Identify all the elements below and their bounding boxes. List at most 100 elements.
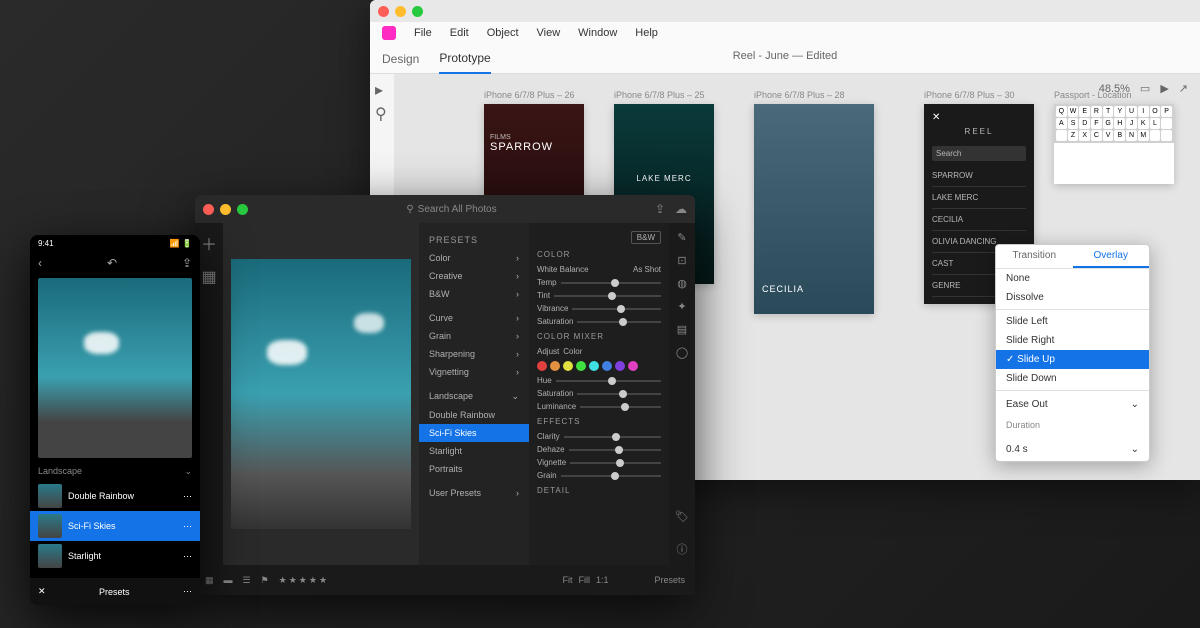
transition-option[interactable]: None	[996, 269, 1149, 288]
fit-button[interactable]: Fit	[562, 575, 572, 585]
minimize-icon[interactable]	[220, 204, 231, 215]
artboard-label: iPhone 6/7/8 Plus – 26	[484, 90, 575, 100]
presets-toggle[interactable]: Presets	[654, 575, 685, 585]
grain-slider[interactable]: Grain	[535, 469, 663, 482]
dehaze-slider[interactable]: Dehaze	[535, 443, 663, 456]
status-bar: 9:41 📶 🔋	[30, 235, 200, 252]
close-icon[interactable]	[203, 204, 214, 215]
mobile-preset-item-selected[interactable]: Sci-Fi Skies⋯	[30, 511, 200, 541]
preset-group[interactable]: Curve›	[419, 309, 529, 327]
cloud-icon[interactable]: ☁	[675, 202, 687, 216]
edit-icon[interactable]: ✎	[677, 231, 686, 244]
back-icon[interactable]: ‹	[38, 256, 42, 270]
preset-group[interactable]: Creative›	[419, 267, 529, 285]
share-icon[interactable]: ⇪	[655, 202, 665, 216]
bw-toggle[interactable]: B&W	[631, 231, 661, 244]
detail-panel-title: DETAIL	[535, 482, 663, 499]
wb-select[interactable]: As Shot	[633, 265, 661, 274]
share-icon[interactable]: ⇪	[182, 256, 192, 270]
tag-icon[interactable]: 🏷	[675, 510, 689, 523]
crop-icon[interactable]: ⊡	[677, 254, 686, 267]
vignette-slider[interactable]: Vignette	[535, 456, 663, 469]
flag-icon[interactable]: ⚑	[261, 575, 269, 586]
tab-transition[interactable]: Transition	[996, 245, 1073, 268]
color-swatches[interactable]	[535, 358, 663, 374]
fill-button[interactable]: Fill	[578, 575, 590, 585]
brush-icon[interactable]: ✦	[677, 300, 686, 313]
duration-select[interactable]: 0.4 s⌄	[996, 438, 1149, 461]
easing-select[interactable]: Ease Out⌄	[996, 393, 1149, 416]
photos-icon[interactable]: ▦	[201, 267, 216, 287]
maximize-icon[interactable]	[412, 6, 423, 17]
preset-group[interactable]: B&W›	[419, 285, 529, 303]
artboard-cecilia[interactable]: iPhone 6/7/8 Plus – 28 CECILIA	[754, 104, 874, 314]
clarity-slider[interactable]: Clarity	[535, 430, 663, 443]
menu-window[interactable]: Window	[578, 27, 617, 39]
photo-preview	[231, 259, 411, 529]
lum-slider[interactable]: Luminance	[535, 400, 663, 413]
heal-icon[interactable]: ◍	[677, 277, 687, 290]
add-icon[interactable]: ＋	[201, 231, 217, 255]
menu-edit[interactable]: Edit	[450, 27, 469, 39]
maximize-icon[interactable]	[237, 204, 248, 215]
presets-label: Presets	[99, 587, 130, 597]
status-time: 9:41	[38, 239, 54, 248]
preset-group[interactable]: Vignetting›	[419, 363, 529, 381]
transition-option[interactable]: Dissolve	[996, 288, 1149, 307]
lr-footer: ▦ ▬ ☰ ⚑ ★★★★★ Fit Fill 1:1 Presets	[195, 565, 695, 595]
filter-icon[interactable]: ☰	[243, 575, 251, 586]
mobile-preset-item[interactable]: Double Rainbow⋯	[30, 481, 200, 511]
menu-object[interactable]: Object	[487, 27, 519, 39]
adjust-select[interactable]: Color	[563, 347, 582, 356]
radial-icon[interactable]: ◯	[676, 346, 688, 359]
saturation-slider[interactable]: Saturation	[535, 315, 663, 328]
sat-slider[interactable]: Saturation	[535, 387, 663, 400]
close-icon[interactable]	[378, 6, 389, 17]
mobile-photo[interactable]	[38, 278, 192, 458]
hue-slider[interactable]: Hue	[535, 374, 663, 387]
preset-item-selected[interactable]: Sci-Fi Skies	[419, 424, 529, 442]
menu-help[interactable]: Help	[635, 27, 658, 39]
vibrance-slider[interactable]: Vibrance	[535, 302, 663, 315]
play-icon[interactable]: ▶	[1160, 82, 1168, 95]
mobile-preset-item[interactable]: Starlight⋯	[30, 541, 200, 571]
minimize-icon[interactable]	[395, 6, 406, 17]
transition-option[interactable]: Slide Right	[996, 331, 1149, 350]
share-icon[interactable]: ↗	[1179, 82, 1188, 95]
zoom-icon[interactable]: ⚲	[375, 104, 389, 118]
undo-icon[interactable]: ↶	[107, 256, 117, 270]
oneone-button[interactable]: 1:1	[596, 575, 609, 585]
transition-option[interactable]: Slide Left	[996, 312, 1149, 331]
transition-option-selected[interactable]: ✓ Slide Up	[996, 350, 1149, 369]
menu-file[interactable]: File	[414, 27, 432, 39]
preset-item[interactable]: Portraits	[419, 460, 529, 478]
tab-design[interactable]: Design	[382, 52, 419, 66]
detail-view-icon[interactable]: ▬	[224, 575, 233, 585]
gradient-icon[interactable]: ▤	[677, 323, 687, 336]
tint-slider[interactable]: Tint	[535, 289, 663, 302]
preset-group[interactable]: Color›	[419, 249, 529, 267]
tab-prototype[interactable]: Prototype	[439, 51, 490, 74]
rating-stars[interactable]: ★★★★★	[279, 575, 329, 586]
close-icon[interactable]: ✕	[38, 586, 46, 597]
preset-item[interactable]: Starlight	[419, 442, 529, 460]
artboard-keyboard[interactable]: Passport - Location QWERTYUIOP ASDFGHJKL…	[1054, 104, 1174, 184]
pointer-icon[interactable]: ▸	[375, 80, 389, 94]
preset-group[interactable]: Landscape⌄	[419, 387, 529, 406]
temp-slider[interactable]: Temp	[535, 276, 663, 289]
device-preview-icon[interactable]: ▭	[1140, 82, 1150, 95]
grid-view-icon[interactable]: ▦	[205, 575, 214, 586]
preset-group[interactable]: Grain›	[419, 327, 529, 345]
preset-item[interactable]: Double Rainbow	[419, 406, 529, 424]
preset-group[interactable]: Sharpening›	[419, 345, 529, 363]
search-input[interactable]: ⚲Search All Photos	[254, 204, 649, 215]
preset-category[interactable]: Landscape	[38, 466, 82, 477]
tab-overlay[interactable]: Overlay	[1073, 245, 1150, 268]
info-icon[interactable]: ⓘ	[677, 541, 688, 557]
preset-group[interactable]: User Presets›	[419, 484, 529, 502]
lr-right-rail: ✎ ⊡ ◍ ✦ ▤ ◯ 🏷 ⓘ	[669, 223, 695, 565]
more-icon[interactable]: ⋯	[183, 586, 192, 597]
menu-view[interactable]: View	[537, 27, 561, 39]
transition-option[interactable]: Slide Down	[996, 369, 1149, 388]
lr-canvas[interactable]	[223, 223, 419, 565]
